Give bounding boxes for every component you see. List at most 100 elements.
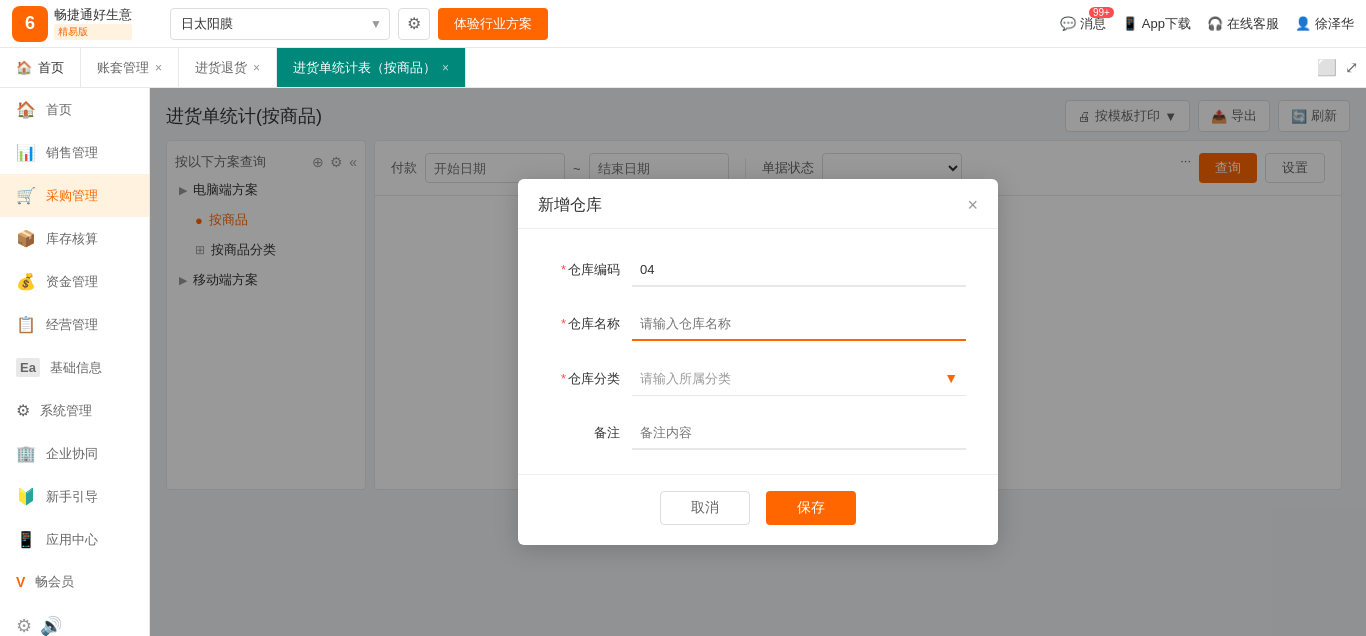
sidebar-guide-label: 新手引导: [46, 488, 98, 506]
tab-accounts-close[interactable]: ×: [155, 61, 162, 75]
system-icon: ⚙: [16, 401, 30, 420]
sidebar-enterprise-label: 企业协同: [46, 445, 98, 463]
tab-bar: 🏠 首页 账套管理 × 进货退货 × 进货单统计表（按商品） × ⬜ ⤢: [0, 48, 1366, 88]
sidebar-purchase-label: 采购管理: [46, 187, 98, 205]
enterprise-icon: 🏢: [16, 444, 36, 463]
required-mark-name: *: [561, 316, 566, 331]
settings-button[interactable]: ⚙: [398, 8, 430, 40]
tab-minimize-icon[interactable]: ⬜: [1317, 58, 1337, 77]
logo-title: 畅捷通好生意: [54, 7, 132, 24]
chevron-down-icon: ▼: [370, 17, 382, 31]
top-navbar: 6 畅捷通好生意 精易版 日太阳膜 ▼ ⚙ 体验行业方案 💬 消息 99+ 📱 …: [0, 0, 1366, 48]
app-icon: 📱: [1122, 16, 1138, 31]
sidebar-item-member[interactable]: V 畅会员: [0, 561, 149, 603]
logo-area: 6 畅捷通好生意 精易版: [12, 6, 162, 42]
management-icon: 📋: [16, 315, 36, 334]
sidebar-audio-icon[interactable]: 🔊: [40, 615, 62, 636]
sidebar-settings-icon[interactable]: ⚙: [16, 615, 32, 636]
sidebar-bottom: ⚙ 🔊: [0, 603, 149, 636]
name-input[interactable]: [632, 307, 966, 341]
sidebar-item-purchase[interactable]: 🛒 采购管理: [0, 174, 149, 217]
basic-info-icon: Ea: [16, 358, 40, 377]
category-chevron-icon: ▼: [944, 370, 958, 386]
search-select[interactable]: 日太阳膜: [170, 8, 390, 40]
home-icon: 🏠: [16, 60, 32, 75]
tab-expand-icon[interactable]: ⤢: [1345, 58, 1358, 77]
apps-icon: 📱: [16, 530, 36, 549]
form-row-remark: 备注: [550, 416, 966, 450]
dialog-close-icon[interactable]: ×: [967, 195, 978, 216]
dialog-overlay: 新增仓库 × *仓库编码 *仓库名称: [150, 88, 1366, 636]
tab-home[interactable]: 🏠 首页: [0, 48, 81, 87]
sidebar-home-label: 首页: [46, 101, 72, 119]
message-badge: 99+: [1089, 7, 1114, 18]
content-area: 进货单统计(按商品) 🖨 按模板打印 ▼ 📤 导出 🔄 刷新: [150, 88, 1366, 636]
code-input[interactable]: [632, 253, 966, 287]
remark-input[interactable]: [632, 416, 966, 450]
dialog-footer: 取消 保存: [518, 474, 998, 545]
new-warehouse-dialog: 新增仓库 × *仓库编码 *仓库名称: [518, 179, 998, 545]
category-label: *仓库分类: [550, 370, 620, 388]
finance-icon: 💰: [16, 272, 36, 291]
member-icon: V: [16, 574, 25, 590]
user-name: 徐泽华: [1315, 15, 1354, 33]
home-sidebar-icon: 🏠: [16, 100, 36, 119]
top-right-area: 💬 消息 99+ 📱 App下载 🎧 在线客服 👤 徐泽华: [1060, 15, 1354, 33]
save-button[interactable]: 保存: [766, 491, 856, 525]
cancel-button[interactable]: 取消: [660, 491, 750, 525]
sales-icon: 📊: [16, 143, 36, 162]
tab-accounts-label: 账套管理: [97, 59, 149, 77]
logo-sub: 精易版: [54, 24, 132, 40]
sidebar-item-management[interactable]: 📋 经营管理: [0, 303, 149, 346]
tab-purchase-stats-label: 进货单统计表（按商品）: [293, 59, 436, 77]
sidebar-finance-label: 资金管理: [46, 273, 98, 291]
sidebar-item-enterprise[interactable]: 🏢 企业协同: [0, 432, 149, 475]
required-mark-category: *: [561, 371, 566, 386]
sidebar-item-apps[interactable]: 📱 应用中心: [0, 518, 149, 561]
logo-icon: 6: [12, 6, 48, 42]
sidebar-item-basic-info[interactable]: Ea 基础信息: [0, 346, 149, 389]
tab-purchase-stats[interactable]: 进货单统计表（按商品） ×: [277, 48, 466, 87]
sidebar-item-home[interactable]: 🏠 首页: [0, 88, 149, 131]
sidebar-item-sales[interactable]: 📊 销售管理: [0, 131, 149, 174]
sidebar-item-finance[interactable]: 💰 资金管理: [0, 260, 149, 303]
sidebar-item-guide[interactable]: 🔰 新手引导: [0, 475, 149, 518]
name-label: *仓库名称: [550, 315, 620, 333]
tab-purchase-stats-close[interactable]: ×: [442, 61, 449, 75]
tab-actions: ⬜ ⤢: [1309, 48, 1366, 87]
form-row-category: *仓库分类 请输入所属分类 ▼: [550, 361, 966, 396]
sidebar-item-inventory[interactable]: 📦 库存核算: [0, 217, 149, 260]
message-nav-item[interactable]: 💬 消息 99+: [1060, 15, 1106, 33]
form-row-code: *仓库编码: [550, 253, 966, 287]
sidebar-apps-label: 应用中心: [46, 531, 98, 549]
category-select-wrap: 请输入所属分类 ▼: [632, 361, 966, 396]
app-label: App下载: [1142, 15, 1191, 33]
dialog-body: *仓库编码 *仓库名称 *仓库分类: [518, 229, 998, 474]
headset-icon: 🎧: [1207, 16, 1223, 31]
inventory-icon: 📦: [16, 229, 36, 248]
remark-label: 备注: [550, 424, 620, 442]
sidebar-basic-info-label: 基础信息: [50, 359, 102, 377]
code-label: *仓库编码: [550, 261, 620, 279]
main-layout: 🏠 首页 📊 销售管理 🛒 采购管理 📦 库存核算 💰 资金管理 📋 经营管理 …: [0, 88, 1366, 636]
service-nav-item[interactable]: 🎧 在线客服: [1207, 15, 1279, 33]
dialog-header: 新增仓库 ×: [518, 179, 998, 229]
tab-accounts[interactable]: 账套管理 ×: [81, 48, 179, 87]
tab-purchase-return-close[interactable]: ×: [253, 61, 260, 75]
tab-home-label: 首页: [38, 59, 64, 77]
sidebar: 🏠 首页 📊 销售管理 🛒 采购管理 📦 库存核算 💰 资金管理 📋 经营管理 …: [0, 88, 150, 636]
tab-purchase-return[interactable]: 进货退货 ×: [179, 48, 277, 87]
service-label: 在线客服: [1227, 15, 1279, 33]
app-nav-item[interactable]: 📱 App下载: [1122, 15, 1191, 33]
user-nav-item[interactable]: 👤 徐泽华: [1295, 15, 1354, 33]
dialog-title: 新增仓库: [538, 195, 602, 216]
trial-button[interactable]: 体验行业方案: [438, 8, 548, 40]
sidebar-inventory-label: 库存核算: [46, 230, 98, 248]
category-select[interactable]: 请输入所属分类: [632, 361, 966, 395]
user-icon: 👤: [1295, 16, 1311, 31]
form-row-name: *仓库名称: [550, 307, 966, 341]
message-icon: 💬: [1060, 16, 1076, 31]
search-area: 日太阳膜 ▼: [170, 8, 390, 40]
sidebar-item-system[interactable]: ⚙ 系统管理: [0, 389, 149, 432]
sidebar-management-label: 经营管理: [46, 316, 98, 334]
